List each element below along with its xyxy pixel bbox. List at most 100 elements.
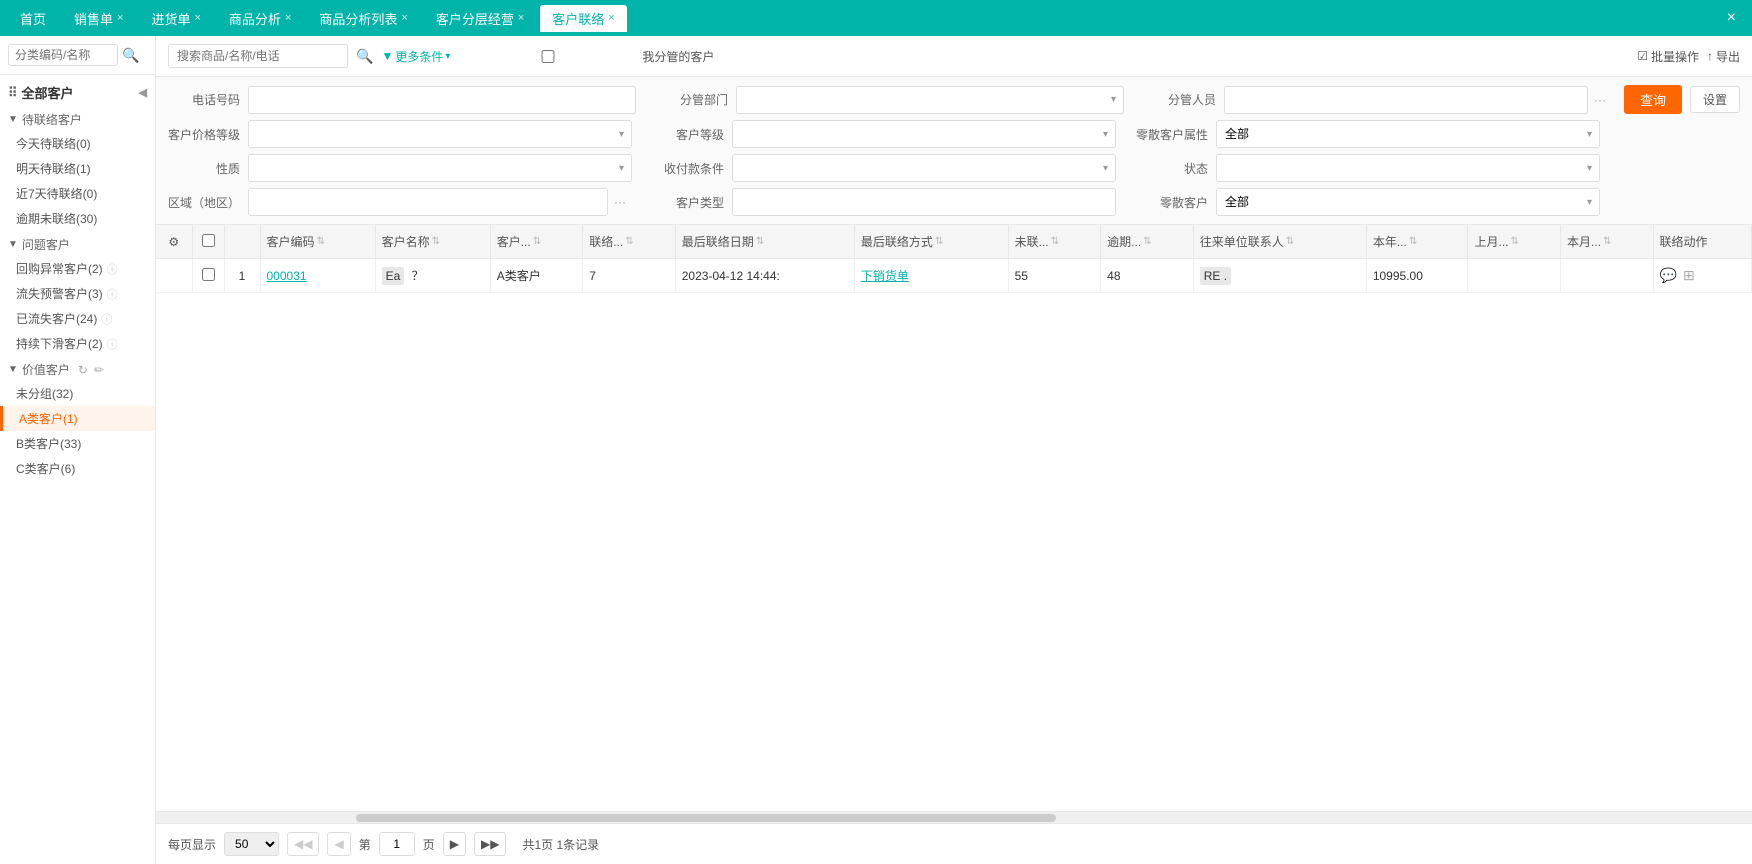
filter-price-grade-select[interactable] [248, 120, 632, 148]
grid-action-icon[interactable]: ⊞ [1683, 267, 1695, 284]
query-button[interactable]: 查询 [1624, 85, 1682, 114]
first-page-button[interactable]: ◀◀ [287, 832, 319, 856]
export-icon: ↑ [1707, 49, 1713, 63]
filter-search-input[interactable] [168, 44, 348, 68]
nav-customer-segment-close[interactable]: × [518, 12, 524, 24]
sidebar-item-class-c[interactable]: C类客户(6) [0, 456, 155, 481]
nav-customer-contact-close[interactable]: × [608, 12, 614, 24]
more-conditions-button[interactable]: ▼ 更多条件 ▾ [381, 48, 450, 65]
sidebar-item-declining[interactable]: 持续下滑客户(2) ⓘ [0, 331, 155, 356]
filter-search-button[interactable]: 🔍 [356, 48, 373, 65]
nav-product-analysis-close[interactable]: × [285, 12, 291, 24]
th-this-year[interactable]: 本年... ⇅ [1366, 225, 1468, 259]
th-last-date[interactable]: 最后联络日期 ⇅ [675, 225, 854, 259]
th-no-contact[interactable]: 未联... ⇅ [1008, 225, 1101, 259]
th-unit-contact[interactable]: 往来单位联系人 ⇅ [1193, 225, 1366, 259]
filter-customer-grade-wrapper: ▾ [732, 120, 1116, 148]
td-row-checkbox[interactable] [192, 259, 224, 293]
horizontal-scrollbar[interactable] [156, 811, 1752, 823]
th-this-month[interactable]: 本月... ⇅ [1561, 225, 1654, 259]
top-nav: 首页 销售单 × 进货单 × 商品分析 × 商品分析列表 × 客户分层经营 × … [0, 0, 1752, 36]
filter-customer-grade-select[interactable] [732, 120, 1116, 148]
filter-status-wrapper: ▾ [1216, 154, 1600, 182]
settings-button[interactable]: 设置 [1690, 86, 1740, 113]
bulk-op-button[interactable]: ☑ 批量操作 [1637, 48, 1699, 65]
sidebar-item-7days[interactable]: 近7天待联络(0) [0, 181, 155, 206]
filter-status-select[interactable] [1216, 154, 1600, 182]
filter-nature-select[interactable] [248, 154, 632, 182]
td-row-last-method[interactable]: 下销货单 [854, 259, 1008, 293]
nav-product-analysis[interactable]: 商品分析 × [217, 5, 303, 32]
filter-retail-customer-select[interactable]: 全部 [1216, 188, 1600, 216]
th-last-month[interactable]: 上月... ⇅ [1468, 225, 1561, 259]
th-last-method[interactable]: 最后联络方式 ⇅ [854, 225, 1008, 259]
sidebar-item-unclassified[interactable]: 未分组(32) [0, 381, 155, 406]
sidebar-item-churned[interactable]: 已流失客户(24) ⓘ [0, 306, 155, 331]
filter-retail-attr-wrapper: 全部 ▾ [1216, 120, 1600, 148]
row-checkbox[interactable] [202, 268, 215, 281]
sidebar-item-tomorrow[interactable]: 明天待联络(1) [0, 156, 155, 181]
sidebar-item-repurchase[interactable]: 回购异常客户(2) ⓘ [0, 256, 155, 281]
filter-region-input[interactable] [248, 188, 608, 216]
td-row-code[interactable]: 000031 [260, 259, 375, 293]
scrollbar-thumb[interactable] [356, 814, 1056, 822]
page-size-select[interactable]: 50 100 [224, 832, 279, 856]
my-customers-checkbox-label[interactable]: 我分管的客户 [458, 48, 714, 65]
nav-product-list-close[interactable]: × [401, 12, 407, 24]
filter-payment-select[interactable] [732, 154, 1116, 182]
filter-price-grade-field: 客户价格等级 ▾ [168, 120, 632, 148]
sidebar-item-class-a[interactable]: A类客户(1) [0, 406, 155, 431]
sidebar-value-group[interactable]: ▼ 价值客户 ↻ ✏ [0, 356, 155, 381]
th-type[interactable]: 客户... ⇅ [490, 225, 583, 259]
sidebar-item-overdue[interactable]: 逾期未联络(30) [0, 206, 155, 231]
filter-customer-grade-label: 客户等级 [652, 126, 732, 143]
th-code[interactable]: 客户编码 ⇅ [260, 225, 375, 259]
td-row-no-contact: 55 [1008, 259, 1101, 293]
page-unit: 页 [423, 836, 435, 853]
bulk-op-icon: ☑ [1637, 49, 1648, 63]
prev-page-button[interactable]: ◀ [327, 832, 350, 856]
th-overdue[interactable]: 逾期... ⇅ [1101, 225, 1194, 259]
sidebar-item-today[interactable]: 今天待联络(0) [0, 131, 155, 156]
sidebar: 🔍 ⠿ 全部客户 ◀ ▼ 待联络客户 今天待联络(0) 明天待联络(1) 近7天… [0, 36, 156, 864]
filter-region-dots[interactable]: ··· [608, 191, 632, 213]
next-page-button[interactable]: ▶ [443, 832, 466, 856]
filter-retail-attr-select[interactable]: 全部 [1216, 120, 1600, 148]
sidebar-problem-arrow: ▼ [8, 239, 18, 250]
sidebar-search-button[interactable]: 🔍 [118, 45, 143, 66]
nav-customer-contact[interactable]: 客户联络 × [540, 5, 626, 32]
filter-dept-select[interactable] [736, 86, 1124, 114]
nav-purchase[interactable]: 进货单 × [139, 5, 212, 32]
th-checkbox[interactable] [192, 225, 224, 259]
export-button[interactable]: ↑ 导出 [1707, 48, 1740, 65]
last-page-button[interactable]: ▶▶ [474, 832, 506, 856]
sidebar-item-churn-warn[interactable]: 流失预警客户(3) ⓘ [0, 281, 155, 306]
nav-customer-segment[interactable]: 客户分层经营 × [424, 5, 536, 32]
th-settings[interactable]: ⚙ [156, 225, 192, 259]
edit-icon[interactable]: ✏ [94, 363, 104, 377]
sidebar-search-input[interactable] [8, 44, 118, 66]
sidebar-pending-group[interactable]: ▼ 待联络客户 [0, 106, 155, 131]
filter-customer-type-input[interactable] [732, 188, 1116, 216]
nav-close-all[interactable]: × [1719, 5, 1744, 31]
sidebar-problem-group[interactable]: ▼ 问题客户 [0, 231, 155, 256]
filter-manager-input[interactable] [1224, 86, 1588, 114]
filter-manager-dots[interactable]: ··· [1588, 89, 1612, 111]
th-contact[interactable]: 联络... ⇅ [583, 225, 676, 259]
select-all-checkbox[interactable] [202, 234, 215, 247]
chat-action-icon[interactable]: 💬 [1660, 267, 1677, 284]
page-input[interactable] [379, 832, 415, 856]
th-name[interactable]: 客户名称 ⇅ [375, 225, 490, 259]
sidebar-all-customers-header[interactable]: ⠿ 全部客户 ◀ [0, 75, 155, 106]
nav-sales[interactable]: 销售单 × [62, 5, 135, 32]
filter-phone-input[interactable] [248, 86, 636, 114]
nav-purchase-close[interactable]: × [194, 12, 200, 24]
sort-type-icon: ⇅ [533, 236, 541, 247]
nav-sales-close[interactable]: × [117, 12, 123, 24]
refresh-icon[interactable]: ↻ [78, 363, 88, 377]
sidebar-item-class-b[interactable]: B类客户(33) [0, 431, 155, 456]
nav-product-list[interactable]: 商品分析列表 × [307, 5, 419, 32]
my-customers-checkbox[interactable] [458, 50, 638, 63]
nav-home[interactable]: 首页 [8, 5, 58, 32]
filter-customer-type-label: 客户类型 [652, 194, 732, 211]
